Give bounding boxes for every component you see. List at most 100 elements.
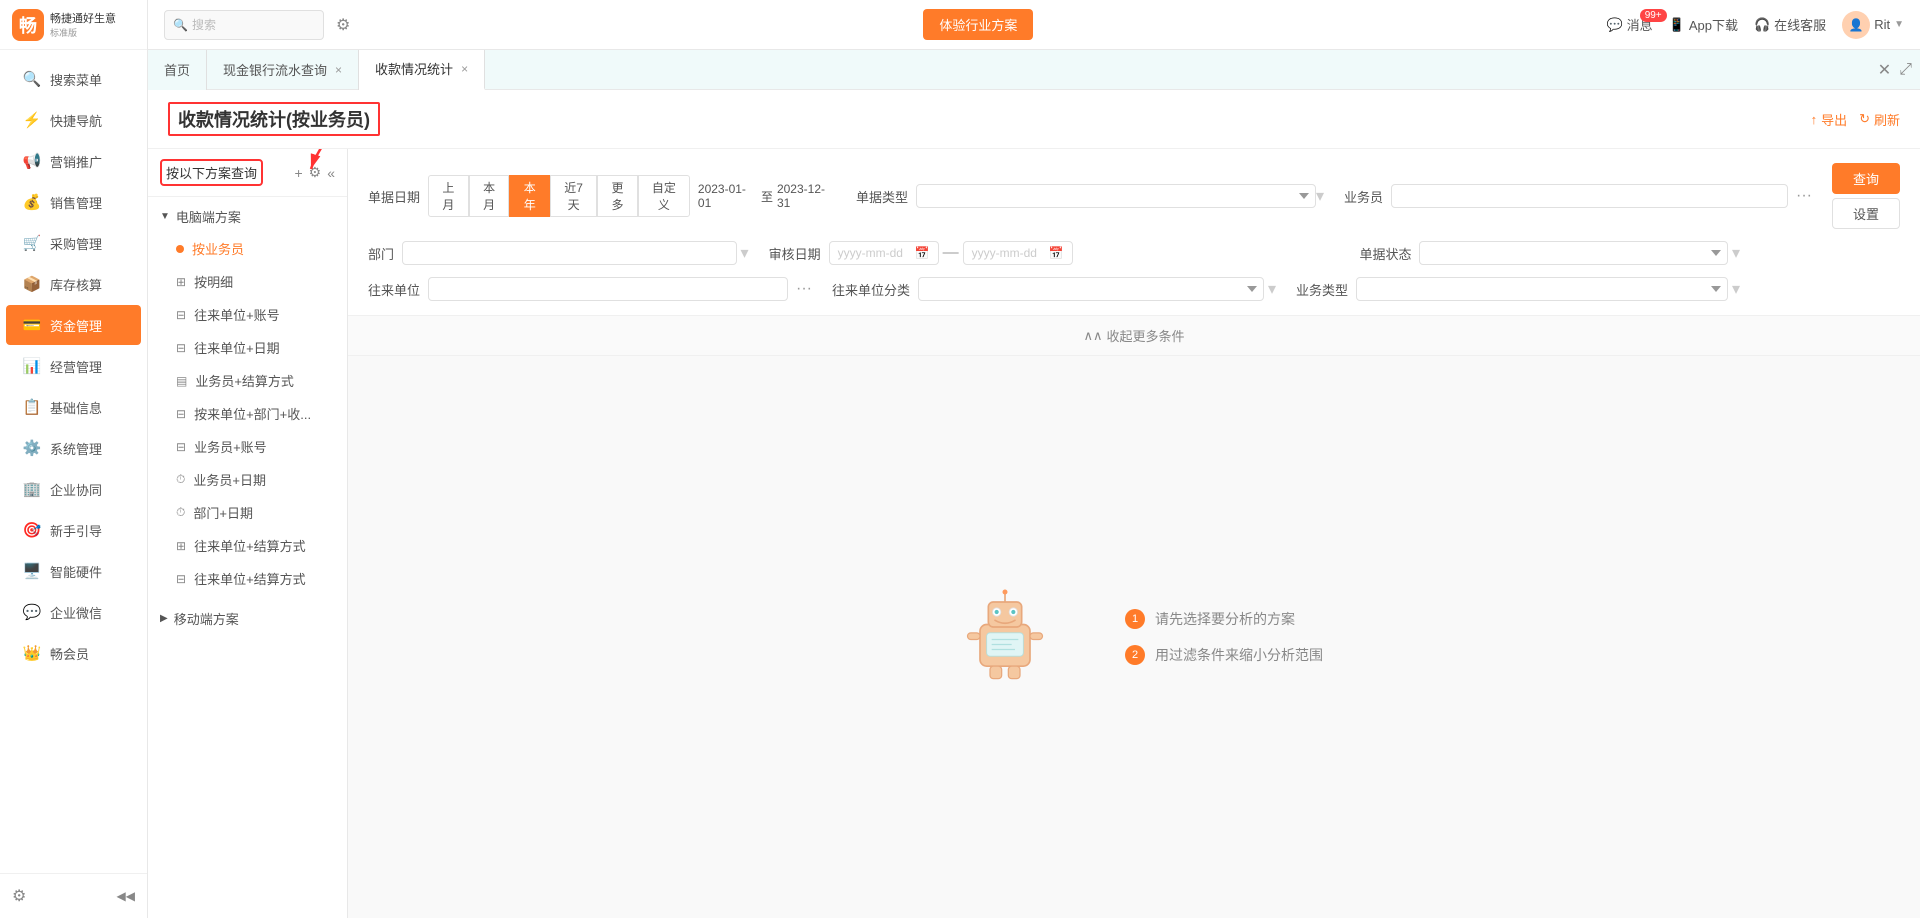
app-download[interactable]: 📱 App下载: [1669, 15, 1738, 34]
date-tab-last-month[interactable]: 上月: [428, 175, 469, 217]
doc-type-expand-icon: ▾: [1316, 186, 1324, 206]
online-service[interactable]: 🎧 在线客服: [1754, 15, 1826, 34]
sidebar-item-purchase[interactable]: 🛒采购管理: [6, 223, 141, 263]
sidebar-item-wechat[interactable]: 💬企业微信: [6, 592, 141, 632]
date-range-display: 2023-01-01 至 2023-12-31: [698, 182, 836, 210]
marketing-icon: 📢: [22, 151, 42, 171]
empty-steps: 1 请先选择要分析的方案 2 用过滤条件来缩小分析范围: [1125, 609, 1323, 665]
sidebar-item-sales[interactable]: 💰 销售管理: [6, 182, 141, 222]
doc-status-select[interactable]: [1419, 241, 1728, 265]
scheme-item-salesman-account[interactable]: ⊟ 业务员+账号: [148, 430, 347, 463]
collapse-bar[interactable]: ∧∧ 收起更多条件: [348, 316, 1920, 356]
sidebar-item-inventory[interactable]: 📦库存核算: [6, 264, 141, 304]
app-icon: 📱: [1669, 17, 1685, 33]
search-icon: 🔍: [173, 18, 188, 32]
counterpart-label: 往来单位: [368, 280, 420, 299]
hardware-icon: 🖥️: [22, 561, 42, 581]
date-tab-this-month[interactable]: 本月: [469, 175, 510, 217]
salesman-more-icon[interactable]: ···: [1796, 187, 1812, 205]
add-scheme-icon[interactable]: +: [294, 165, 302, 181]
date-label: 单据日期: [368, 187, 420, 206]
scheme-item-counterpart-payment[interactable]: ⊞ 往来单位+结算方式: [148, 529, 347, 562]
message-icon: 💬: [1606, 17, 1622, 33]
sales-icon: 💰: [22, 192, 42, 212]
date-tab-custom[interactable]: 自定义: [638, 175, 690, 217]
tab-receivable[interactable]: 收款情况统计 ×: [359, 50, 485, 90]
scheme-item-counterpart-account[interactable]: ⊟ 往来单位+账号: [148, 298, 347, 331]
counterpart-type-select[interactable]: [918, 277, 1264, 301]
scheme-item-salesman-date[interactable]: ⏱ 业务员+日期: [148, 463, 347, 496]
date-to-value: 2023-12-31: [777, 182, 836, 210]
sidebar-item-guide[interactable]: 🎯新手引导: [6, 510, 141, 550]
salesman-input[interactable]: [1391, 184, 1788, 208]
tab-bank-label: 现金银行流水查询: [223, 60, 327, 79]
doc-type-label: 单据类型: [856, 187, 908, 206]
biz-type-select[interactable]: [1356, 277, 1728, 301]
scheme-item-counterpart-date[interactable]: ⊟ 往来单位+日期: [148, 331, 347, 364]
sidebar-item-enterprise[interactable]: 🏢企业协同: [6, 469, 141, 509]
doc-status-label: 单据状态: [1359, 244, 1411, 263]
filter-dept: 部门 ▾: [368, 241, 749, 265]
scheme-item-dept-date[interactable]: ⏱ 部门+日期: [148, 496, 347, 529]
scheme-desktop-title[interactable]: ▼ 电脑端方案: [148, 201, 347, 232]
scheme-mobile-title[interactable]: ▶ 移动端方案: [148, 603, 347, 634]
export-button[interactable]: ↑ 导出: [1811, 110, 1848, 129]
promo-button[interactable]: 体验行业方案: [923, 9, 1033, 40]
tab-controls: ✕ ⤢: [1878, 60, 1920, 80]
date-tab-last-7[interactable]: 近7天: [550, 175, 597, 217]
messages-area[interactable]: 💬 消息 99+: [1606, 15, 1652, 34]
refresh-button[interactable]: ↻ 刷新: [1859, 110, 1900, 129]
sidebar: 畅 畅捷通好生意 标准版 🔍搜索菜单⚡快捷导航📢营销推广💰销售管理🛒采购管理📦库…: [0, 0, 148, 918]
dept-input[interactable]: [402, 241, 737, 265]
user-area[interactable]: 👤 Rit ▼: [1842, 11, 1904, 39]
gear-icon[interactable]: ⚙: [336, 15, 350, 35]
review-date-to[interactable]: yyyy-mm-dd 📅: [963, 241, 1073, 265]
scheme-item-counterpart-dept[interactable]: ⊟ 按来单位+部门+收...: [148, 397, 347, 430]
tab-receivable-close[interactable]: ×: [461, 62, 468, 76]
filter-button-group: 查询 设置: [1832, 163, 1900, 229]
scheme-item-salesman-payment[interactable]: ▤ 业务员+结算方式: [148, 364, 347, 397]
sidebar-item-hardware[interactable]: 🖥️智能硬件: [6, 551, 141, 591]
sidebar-item-label: 销售管理: [50, 193, 102, 212]
sidebar-item-search[interactable]: 🔍搜索菜单: [6, 59, 141, 99]
tab-receivable-label: 收款情况统计: [375, 59, 453, 78]
date-tab-more[interactable]: 更多: [597, 175, 638, 217]
finance-icon: 💳: [22, 315, 42, 335]
biz-type-control: ▾: [1356, 277, 1740, 301]
collapse-panel-icon[interactable]: «: [327, 165, 335, 181]
search-box[interactable]: 🔍 搜索: [164, 10, 324, 40]
sidebar-item-member[interactable]: 👑畅会员: [6, 633, 141, 673]
sidebar-item-basic[interactable]: 📋基础信息: [6, 387, 141, 427]
settings-scheme-icon[interactable]: ⚙: [309, 164, 322, 181]
doc-type-select[interactable]: [916, 184, 1316, 208]
review-date-from[interactable]: yyyy-mm-dd 📅: [829, 241, 939, 265]
filter-row-2: 部门 ▾ 审核日期 yyyy-mm-dd 📅: [368, 241, 1900, 265]
date-tab-this-year[interactable]: 本年: [509, 175, 550, 217]
sidebar-item-operation[interactable]: 📊经营管理: [6, 346, 141, 386]
search-icon: 🔍: [22, 69, 42, 89]
scheme-item-by-salesman[interactable]: 按业务员: [148, 232, 347, 265]
tab-bank-close[interactable]: ×: [335, 63, 342, 77]
close-window-icon[interactable]: ✕: [1878, 60, 1891, 80]
sidebar-item-marketing[interactable]: 📢营销推广: [6, 141, 141, 181]
tab-home[interactable]: 首页: [148, 50, 207, 90]
sidebar-item-shortcuts[interactable]: ⚡快捷导航: [6, 100, 141, 140]
collapse-sidebar-icon[interactable]: ◀◀: [117, 889, 135, 903]
biz-type-label: 业务类型: [1296, 280, 1348, 299]
review-date-control: yyyy-mm-dd 📅 — yyyy-mm-dd 📅: [829, 241, 1340, 265]
step-2: 2 用过滤条件来缩小分析范围: [1125, 645, 1323, 665]
counterpart-input[interactable]: [428, 277, 788, 301]
query-button[interactable]: 查询: [1832, 163, 1900, 194]
sidebar-item-label: 库存核算: [50, 275, 102, 294]
sidebar-item-system[interactable]: ⚙️系统管理: [6, 428, 141, 468]
sidebar-item-finance[interactable]: 💳资金管理: [6, 305, 141, 345]
settings-icon[interactable]: ⚙: [12, 886, 26, 906]
salesman-control: ···: [1391, 184, 1812, 208]
settings-button[interactable]: 设置: [1832, 198, 1900, 229]
scheme-item-counterpart-payment2[interactable]: ⊟ 往来单位+结算方式: [148, 562, 347, 595]
scheme-item-by-detail[interactable]: ⊞ 按明细: [148, 265, 347, 298]
counterpart-more-icon[interactable]: ···: [796, 280, 812, 298]
search-placeholder: 搜索: [192, 16, 216, 33]
tab-bank[interactable]: 现金银行流水查询 ×: [207, 50, 359, 90]
maximize-icon[interactable]: ⤢: [1899, 61, 1912, 79]
